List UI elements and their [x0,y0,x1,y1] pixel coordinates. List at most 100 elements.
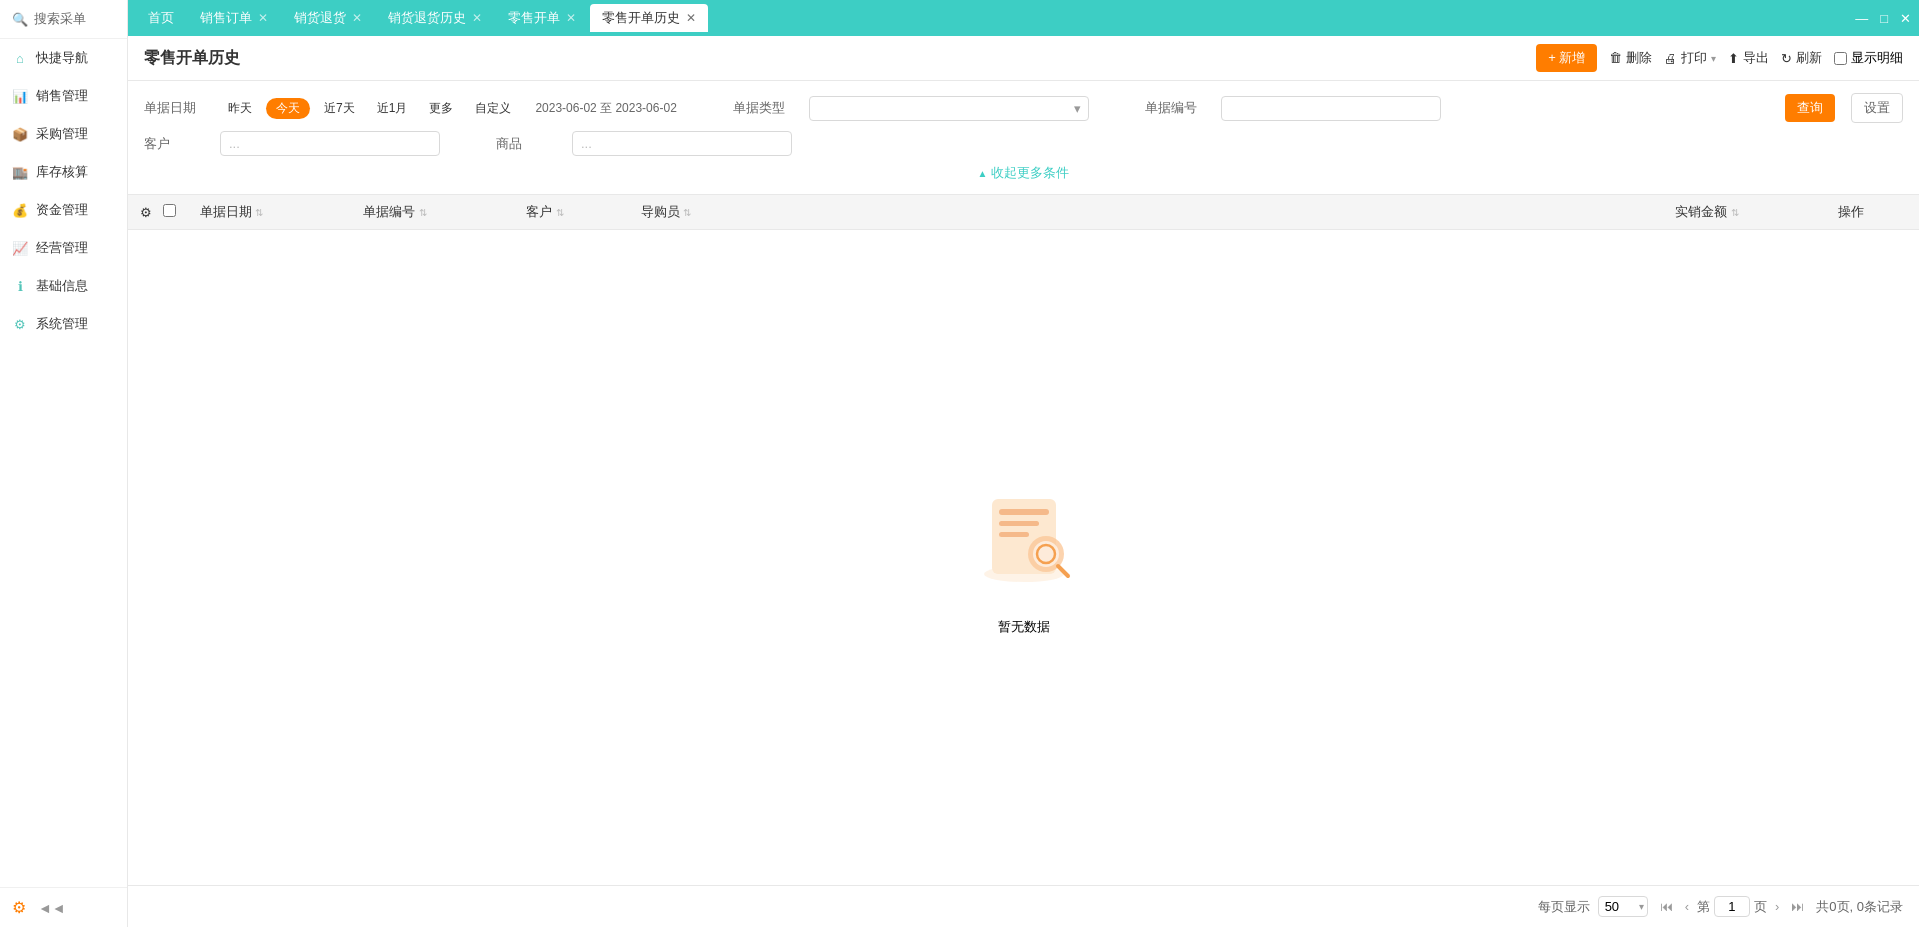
sidebar-item-inventory[interactable]: 🏬 库存核算 [0,153,127,191]
date-today-btn[interactable]: 今天 [266,98,310,119]
maximize-btn[interactable]: □ [1880,11,1888,26]
home-icon: ⌂ [12,50,28,66]
sidebar-item-system[interactable]: ⚙ 系统管理 [0,305,127,343]
customer-input[interactable]: ... [220,131,440,156]
sidebar: 🔍 搜索采单 ⌂ 快捷导航 📊 销售管理 📦 采购管理 🏬 库存核算 💰 资金管… [0,0,128,927]
svg-rect-4 [999,532,1029,537]
col-settings[interactable]: ⚙ [128,195,188,230]
tab-sales-order-close[interactable]: ✕ [258,11,268,25]
minimize-btn[interactable]: — [1855,11,1868,26]
tab-sales-return-history-close[interactable]: ✕ [472,11,482,25]
page-suffix: 页 [1754,898,1767,916]
main-area: 首页 销售订单 ✕ 销货退货 ✕ 销货退货历史 ✕ 零售开单 ✕ 零售开单历史 … [128,0,1919,927]
add-button[interactable]: + 新增 [1536,44,1597,72]
filter-area: 单据日期 昨天 今天 近7天 近1月 更多 自定义 2023-06-02 至 2… [128,81,1919,195]
date-1month-btn[interactable]: 近1月 [369,98,416,119]
first-page-btn[interactable]: ⏮ [1656,897,1677,916]
date-more-btn[interactable]: 更多 [421,98,461,119]
col-customer-label: 客户 [526,204,552,219]
sidebar-item-finance[interactable]: 💰 资金管理 [0,191,127,229]
tab-sales-return[interactable]: 销货退货 ✕ [282,4,374,32]
tab-retail-open-history-close[interactable]: ✕ [686,11,696,25]
empty-state: 暂无数据 [128,230,1919,885]
col-date-sort-icon: ⇅ [255,207,263,218]
col-action-label: 操作 [1838,204,1864,219]
sidebar-collapse-btn[interactable]: ◄◄ [38,900,66,916]
last-page-btn[interactable]: ⏭ [1787,897,1808,916]
close-btn[interactable]: ✕ [1900,11,1911,26]
print-label: 打印 [1681,49,1707,67]
next-page-btn[interactable]: › [1771,897,1783,916]
warehouse-icon: 🏬 [12,164,28,180]
select-all-checkbox[interactable] [163,204,176,217]
type-select[interactable] [809,96,1089,121]
col-date-label: 单据日期 [200,204,252,219]
export-button[interactable]: ⬆ 导出 [1728,49,1769,67]
tab-sales-return-history-label: 销货退货历史 [388,9,466,27]
refresh-icon: ↻ [1781,51,1792,66]
col-amount[interactable]: 实销金额 ⇅ [1663,195,1826,230]
sidebar-item-label: 快捷导航 [36,49,88,67]
tab-sales-return-label: 销货退货 [294,9,346,27]
refresh-button[interactable]: ↻ 刷新 [1781,49,1822,67]
date-range-display: 2023-06-02 至 2023-06-02 [535,100,676,117]
display-detail-checkbox[interactable] [1834,52,1847,65]
data-table: ⚙ 单据日期 ⇅ 单据编号 ⇅ 客户 [128,195,1919,230]
type-select-wrapper: ▾ [809,96,1089,121]
sidebar-item-sales-mgmt[interactable]: 📊 销售管理 [0,77,127,115]
sidebar-search[interactable]: 🔍 搜索采单 [0,0,127,39]
col-date[interactable]: 单据日期 ⇅ [188,195,351,230]
search-icon: 🔍 [12,12,28,27]
sidebar-item-label: 基础信息 [36,277,88,295]
page-title: 零售开单历史 [144,48,240,69]
sidebar-item-label: 系统管理 [36,315,88,333]
date-custom-btn[interactable]: 自定义 [467,98,519,119]
query-button[interactable]: 查询 [1785,94,1835,122]
tab-sales-return-history[interactable]: 销货退货历史 ✕ [376,4,494,32]
tab-retail-open-close[interactable]: ✕ [566,11,576,25]
col-guide[interactable]: 导购员 ⇅ [629,195,768,230]
page-input[interactable] [1714,896,1750,917]
date-7days-btn[interactable]: 近7天 [316,98,363,119]
order-no-input[interactable] [1221,96,1441,121]
col-amount-label: 实销金额 [1675,204,1727,219]
sidebar-item-operations[interactable]: 📈 经营管理 [0,229,127,267]
print-button[interactable]: 🖨 打印 ▾ [1664,49,1716,67]
table-head: ⚙ 单据日期 ⇅ 单据编号 ⇅ 客户 [128,195,1919,230]
per-page-label: 每页显示 [1538,898,1590,916]
tab-sales-order[interactable]: 销售订单 ✕ [188,4,280,32]
content-header: 零售开单历史 + 新增 🗑 删除 🖨 打印 ▾ ⬆ 导出 ↻ 刷新 显示明细 [128,36,1919,81]
sidebar-item-quick-nav[interactable]: ⌂ 快捷导航 [0,39,127,77]
prev-page-btn[interactable]: ‹ [1681,897,1693,916]
refresh-label: 刷新 [1796,49,1822,67]
delete-button[interactable]: 🗑 删除 [1609,49,1652,67]
col-spacer [767,195,1663,230]
sidebar-item-label: 资金管理 [36,201,88,219]
empty-icon [964,479,1084,618]
sidebar-item-basic-info[interactable]: ℹ 基础信息 [0,267,127,305]
col-customer[interactable]: 客户 ⇅ [514,195,629,230]
col-order-no[interactable]: 单据编号 ⇅ [351,195,514,230]
tab-sales-return-close[interactable]: ✕ [352,11,362,25]
info-icon: ℹ [12,278,28,294]
tab-retail-open-history[interactable]: 零售开单历史 ✕ [590,4,708,32]
sidebar-item-purchase-mgmt[interactable]: 📦 采购管理 [0,115,127,153]
tab-home[interactable]: 首页 [136,4,186,32]
sidebar-settings-btn[interactable]: ⚙ [12,898,26,917]
per-page-select[interactable]: 50 100 200 [1598,896,1648,917]
print-arrow: ▾ [1711,53,1716,64]
setting-button[interactable]: 设置 [1851,93,1903,123]
col-amount-sort-icon: ⇅ [1731,207,1739,218]
coin-icon: 💰 [12,202,28,218]
collapse-button[interactable]: ▲ 收起更多条件 [144,164,1903,182]
tab-retail-open[interactable]: 零售开单 ✕ [496,4,588,32]
print-icon: 🖨 [1664,51,1677,66]
display-detail-label: 显示明细 [1851,49,1903,67]
goods-input[interactable]: ... [572,131,792,156]
date-yesterday-btn[interactable]: 昨天 [220,98,260,119]
display-detail-toggle[interactable]: 显示明细 [1834,49,1903,67]
customer-placeholder: ... [229,136,240,151]
column-settings-icon[interactable]: ⚙ [140,205,152,220]
tab-retail-open-label: 零售开单 [508,9,560,27]
sidebar-bottom: ⚙ ◄◄ [0,887,127,927]
